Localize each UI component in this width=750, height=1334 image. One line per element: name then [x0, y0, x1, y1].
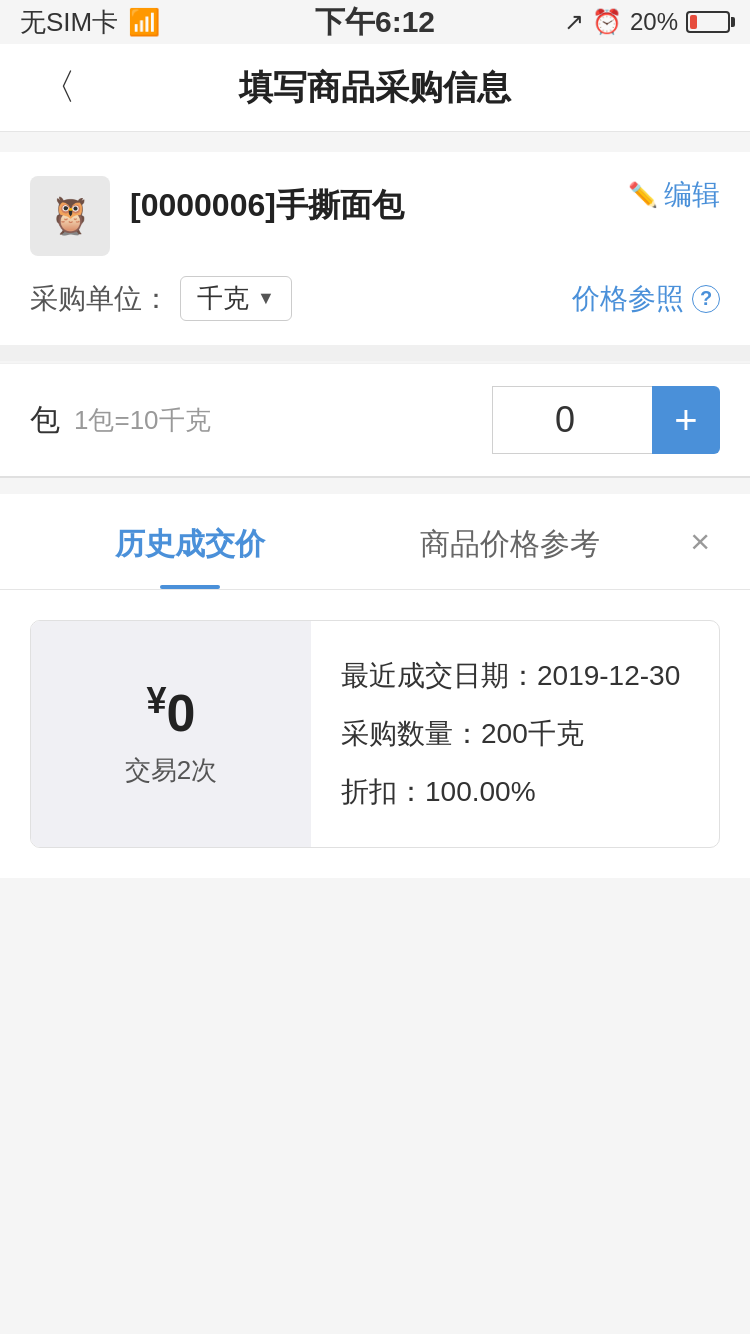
discount-value: 100.00% [425, 776, 536, 807]
price-ref-label: 价格参照 [572, 280, 684, 318]
alarm-icon: ⏰ [592, 8, 622, 36]
recent-date-label: 最近成交日期： [341, 660, 537, 691]
history-price-left: ¥0 交易2次 [31, 621, 311, 847]
tab-history-price[interactable]: 历史成交价 [30, 494, 350, 589]
tabs-header: 历史成交价 商品价格参考 × [0, 494, 750, 590]
product-card: 🦉 [0000006]手撕面包 ✏️ 编辑 采购单位： 千克 ▼ 价格参照 ? [0, 152, 750, 345]
unit-box-label: 包 [30, 400, 60, 441]
time-display: 下午6:12 [315, 2, 435, 43]
tabs-close-button[interactable]: × [670, 502, 720, 581]
tab-history-label: 历史成交价 [115, 527, 265, 560]
wifi-icon: 📶 [128, 7, 160, 38]
unit-row: 采购单位： 千克 ▼ 价格参照 ? [30, 276, 720, 321]
currency-symbol: ¥ [147, 680, 167, 721]
unit-conversion: 1包=10千克 [74, 403, 211, 438]
battery-percent: 20% [630, 8, 678, 36]
edit-label: 编辑 [664, 176, 720, 214]
trade-count: 交易2次 [125, 753, 217, 788]
price-number: 0 [167, 684, 196, 742]
carrier-text: 无SIM卡 [20, 5, 118, 40]
recent-date-row: 最近成交日期：2019-12-30 [341, 655, 689, 697]
quantity-plus-button[interactable]: + [652, 386, 720, 454]
quantity-input[interactable] [492, 386, 652, 454]
purchase-qty-row: 采购数量：200千克 [341, 713, 689, 755]
product-thumbnail: 🦉 [30, 176, 110, 256]
product-logo-icon: 🦉 [48, 195, 93, 237]
discount-label: 折扣： [341, 776, 425, 807]
recent-date-value: 2019-12-30 [537, 660, 680, 691]
history-price-value: ¥0 [147, 680, 196, 743]
status-bar: 无SIM卡 📶 下午6:12 ↗ ⏰ 20% [0, 0, 750, 44]
tabs-section: 历史成交价 商品价格参考 × ¥0 交易2次 最近成交日期：2019-12-30… [0, 494, 750, 878]
edit-button[interactable]: ✏️ 编辑 [628, 176, 720, 214]
tab-price-ref-label: 商品价格参考 [420, 527, 600, 560]
page-title: 填写商品采购信息 [239, 65, 511, 111]
info-icon: ? [692, 285, 720, 313]
unit-value: 千克 [197, 281, 249, 316]
unit-select[interactable]: 千克 ▼ [180, 276, 292, 321]
dropdown-arrow-icon: ▼ [257, 288, 275, 309]
quantity-section: 包 1包=10千克 + [0, 363, 750, 478]
purchase-qty-label: 采购数量： [341, 718, 481, 749]
unit-label: 采购单位： [30, 280, 170, 318]
history-card: ¥0 交易2次 最近成交日期：2019-12-30 采购数量：200千克 折扣：… [30, 620, 720, 848]
tab-price-reference[interactable]: 商品价格参考 [350, 494, 670, 589]
history-details: 最近成交日期：2019-12-30 采购数量：200千克 折扣：100.00% [311, 621, 719, 847]
nav-bar: 〈 填写商品采购信息 [0, 44, 750, 132]
back-button[interactable]: 〈 [30, 53, 86, 122]
pencil-icon: ✏️ [628, 181, 658, 209]
quantity-control: + [492, 386, 720, 454]
price-ref-button[interactable]: 价格参照 ? [572, 280, 720, 318]
purchase-qty-value: 200千克 [481, 718, 584, 749]
navigation-icon: ↗ [564, 8, 584, 36]
quantity-row: 包 1包=10千克 + [0, 364, 750, 478]
section-divider [0, 345, 750, 361]
battery-icon [686, 11, 730, 33]
history-panel: ¥0 交易2次 最近成交日期：2019-12-30 采购数量：200千克 折扣：… [0, 590, 750, 878]
discount-row: 折扣：100.00% [341, 771, 689, 813]
product-name: [0000006]手撕面包 [130, 184, 404, 228]
